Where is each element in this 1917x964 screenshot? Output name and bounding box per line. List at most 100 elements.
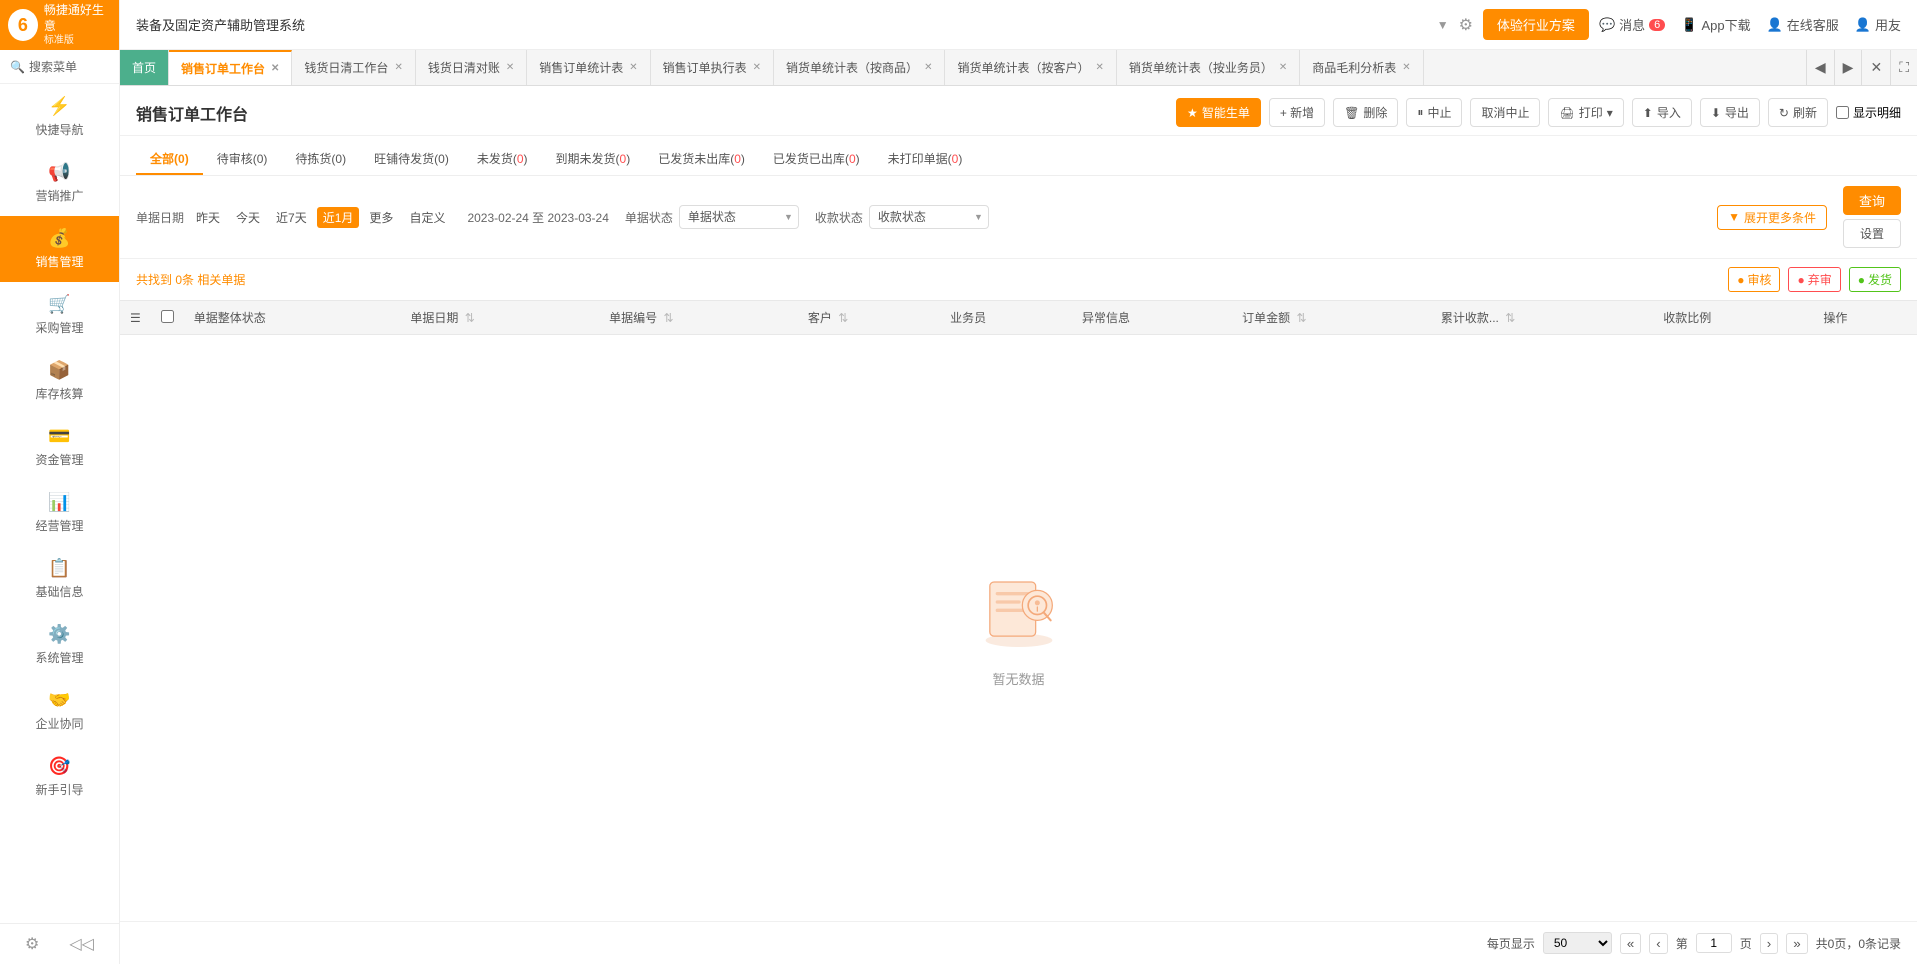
expand-icon: ▼ — [1728, 210, 1740, 224]
sort-number-icon: ⇅ — [664, 311, 674, 325]
sidebar-item-finance[interactable]: 💳 资金管理 — [0, 414, 119, 480]
sidebar-item-basic-info[interactable]: 📋 基础信息 — [0, 546, 119, 612]
date-opt-more[interactable]: 更多 — [363, 207, 399, 228]
tab-close-margin[interactable]: ✕ — [1402, 62, 1410, 73]
tab-close-cash-daily[interactable]: ✕ — [394, 62, 402, 73]
tab-cash-check[interactable]: 钱货日清对账 ✕ — [416, 50, 527, 86]
collapse-icon[interactable]: ◁◁ — [69, 934, 94, 954]
date-opt-custom[interactable]: 自定义 — [403, 207, 451, 228]
last-page-btn[interactable]: » — [1786, 933, 1807, 954]
tab-close-sales-exec[interactable]: ✕ — [753, 62, 761, 73]
bulk-cancel-btn[interactable]: ● 弃审 — [1788, 267, 1840, 292]
tab-sales-order[interactable]: 销售订单工作台 ✕ — [169, 50, 292, 86]
tab-close-cash-check[interactable]: ✕ — [506, 62, 514, 73]
subtab-shipped-not-out[interactable]: 已发货未出库(0) — [644, 144, 759, 175]
tab-cargo-product[interactable]: 销货单统计表（按商品） ✕ — [774, 50, 945, 86]
chart-icon: 📊 — [48, 492, 70, 513]
show-detail-input[interactable] — [1836, 106, 1849, 119]
export-btn[interactable]: ⬇ 导出 — [1700, 98, 1760, 127]
tab-close-cargo-customer[interactable]: ✕ — [1095, 62, 1103, 73]
tab-cargo-staff[interactable]: 销货单统计表（按业务员） ✕ — [1117, 50, 1300, 86]
col-collected[interactable]: 累计收款... ⇅ — [1431, 301, 1653, 335]
col-amount[interactable]: 订单金额 ⇅ — [1232, 301, 1431, 335]
next-page-btn[interactable]: › — [1760, 933, 1778, 954]
app-download-btn[interactable]: 📱 App下载 — [1681, 15, 1750, 34]
col-customer[interactable]: 客户 ⇅ — [798, 301, 940, 335]
table-count: 共找到 0条 相关单据 — [136, 271, 245, 288]
set-btn[interactable]: 设置 — [1843, 219, 1901, 248]
date-opt-today[interactable]: 今天 — [230, 207, 266, 228]
date-opt-1month[interactable]: 近1月 — [317, 207, 360, 228]
tab-sales-exec[interactable]: 销售订单执行表 ✕ — [651, 50, 774, 86]
tab-next-btn[interactable]: ▶ — [1834, 50, 1862, 86]
horizontal-scrollbar[interactable] — [120, 909, 1917, 921]
tab-sales-stats[interactable]: 销售订单统计表 ✕ — [527, 50, 650, 86]
smart-create-btn[interactable]: ★ 智能生单 — [1176, 98, 1261, 127]
first-page-btn[interactable]: « — [1620, 933, 1641, 954]
drag-icon: ☰ — [130, 311, 141, 325]
dropdown-arrow-icon[interactable]: ▼ — [1437, 18, 1449, 32]
expand-conditions-btn[interactable]: ▼ 展开更多条件 — [1717, 205, 1827, 230]
sidebar-item-quick-nav[interactable]: ⚡ 快捷导航 — [0, 84, 119, 150]
sidebar-item-purchase[interactable]: 🛒 采购管理 — [0, 282, 119, 348]
subtab-overdue-not-shipped[interactable]: 到期未发货(0) — [542, 144, 645, 175]
tab-cargo-customer[interactable]: 销货单统计表（按客户） ✕ — [945, 50, 1116, 86]
select-all-checkbox[interactable] — [161, 310, 174, 323]
query-btn[interactable]: 查询 — [1843, 186, 1901, 215]
tab-close-sales-order[interactable]: ✕ — [271, 63, 279, 74]
tab-close-sales-stats[interactable]: ✕ — [629, 62, 637, 73]
tab-close-cargo-staff[interactable]: ✕ — [1279, 62, 1287, 73]
delete-btn[interactable]: 🗑 删除 — [1333, 98, 1398, 127]
user-btn[interactable]: 👤 用友 — [1855, 15, 1901, 34]
sidebar-item-sales[interactable]: 💰 销售管理 — [0, 216, 119, 282]
subtab-not-printed[interactable]: 未打印单据(0) — [874, 144, 977, 175]
topbar-gear-icon[interactable]: ⚙ — [1459, 15, 1473, 35]
sidebar-item-cooperation[interactable]: 🤝 企业协同 — [0, 678, 119, 744]
prev-page-btn[interactable]: ‹ — [1649, 933, 1667, 954]
new-btn[interactable]: + 新增 — [1269, 98, 1325, 127]
bulk-audit-btn[interactable]: ● 审核 — [1728, 267, 1780, 292]
tab-home[interactable]: 首页 — [120, 50, 169, 86]
sidebar-item-inventory[interactable]: 📦 库存核算 — [0, 348, 119, 414]
tab-sales-stats-label: 销售订单统计表 — [539, 59, 623, 76]
status-filter-label: 单据状态 — [625, 209, 673, 226]
tab-close-cargo-product[interactable]: ✕ — [924, 62, 932, 73]
bulk-deliver-btn[interactable]: ● 发货 — [1849, 267, 1901, 292]
sidebar-item-guide[interactable]: 🎯 新手引导 — [0, 744, 119, 810]
tab-cash-daily-label: 钱货日清工作台 — [304, 59, 388, 76]
col-number[interactable]: 单据编号 ⇅ — [599, 301, 798, 335]
subtab-shipped-out[interactable]: 已发货已出库(0) — [759, 144, 874, 175]
col-checkbox[interactable] — [151, 301, 184, 335]
status-select[interactable]: 单据状态 — [679, 205, 799, 229]
tab-expand-btn[interactable]: ⛶ — [1890, 50, 1917, 86]
import-btn[interactable]: ⬆ 导入 — [1632, 98, 1692, 127]
tab-cash-daily[interactable]: 钱货日清工作台 ✕ — [292, 50, 415, 86]
page-number-input[interactable] — [1696, 933, 1732, 953]
sidebar-item-search[interactable]: 🔍 搜索菜单 — [0, 50, 119, 84]
tab-margin[interactable]: 商品毛利分析表 ✕ — [1300, 50, 1423, 86]
refresh-btn[interactable]: ↻ 刷新 — [1768, 98, 1828, 127]
pause-btn[interactable]: ⏸ 中止 — [1406, 98, 1462, 127]
subtab-pending-inspect[interactable]: 待拣货(0) — [281, 144, 360, 175]
print-btn[interactable]: 🖨 打印 ▾ — [1548, 98, 1623, 127]
subtab-wangpu[interactable]: 旺铺待发货(0) — [360, 144, 463, 175]
sidebar-item-system[interactable]: ⚙️ 系统管理 — [0, 612, 119, 678]
date-opt-7days[interactable]: 近7天 — [270, 207, 313, 228]
per-page-select[interactable]: 50 10 20 100 — [1543, 932, 1612, 954]
industry-btn[interactable]: 体验行业方案 — [1483, 9, 1589, 40]
subtab-not-shipped[interactable]: 未发货(0) — [463, 144, 542, 175]
show-detail-checkbox[interactable]: 显示明细 — [1836, 104, 1901, 121]
date-opt-yesterday[interactable]: 昨天 — [190, 207, 226, 228]
message-btn[interactable]: 💬 消息 6 — [1599, 15, 1665, 34]
cancel-pause-btn[interactable]: 取消中止 — [1470, 98, 1540, 127]
tab-close-all-btn[interactable]: ✕ — [1861, 50, 1890, 86]
tab-prev-btn[interactable]: ◀ — [1806, 50, 1834, 86]
col-date[interactable]: 单据日期 ⇅ — [400, 301, 599, 335]
subtab-all[interactable]: 全部(0) — [136, 144, 203, 175]
sidebar-item-operation[interactable]: 📊 经营管理 — [0, 480, 119, 546]
payment-select[interactable]: 收款状态 — [869, 205, 989, 229]
online-service-btn[interactable]: 👤 在线客服 — [1767, 15, 1839, 34]
settings-icon[interactable]: ⚙ — [25, 934, 39, 954]
sidebar-item-marketing[interactable]: 📢 营销推广 — [0, 150, 119, 216]
subtab-pending-review[interactable]: 待审核(0) — [203, 144, 282, 175]
